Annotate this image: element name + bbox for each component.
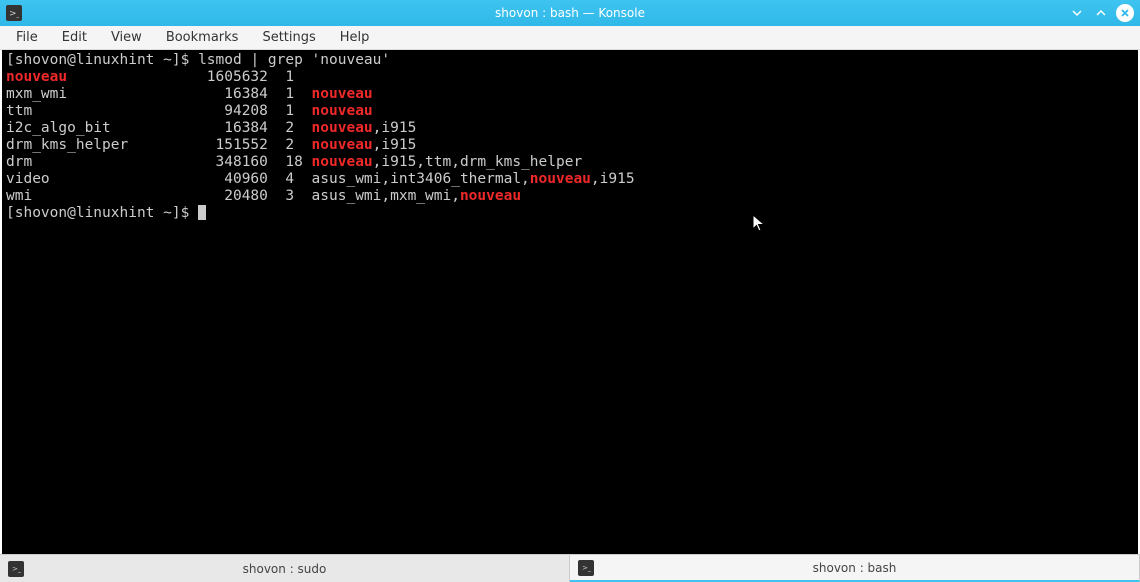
window-title: shovon : bash — Konsole	[495, 6, 645, 20]
lsmod-row: wmi 20480 3 asus_wmi,mxm_wmi,nouveau	[6, 188, 521, 204]
prompt: [shovon@linuxhint ~]$	[6, 52, 198, 68]
terminal-icon: >_	[578, 560, 594, 576]
lsmod-row: drm 348160 18 nouveau,i915,ttm,drm_kms_h…	[6, 154, 582, 170]
menu-help[interactable]: Help	[328, 27, 382, 48]
svg-text:>_: >_	[9, 9, 19, 18]
tab-sudo[interactable]: >_ shovon : sudo	[0, 555, 570, 582]
close-button[interactable]	[1116, 4, 1134, 22]
svg-text:>_: >_	[582, 563, 591, 572]
menu-edit[interactable]: Edit	[50, 27, 99, 48]
window-controls	[1068, 4, 1134, 22]
konsole-window: >_ shovon : bash — Konsole File Edit Vie…	[0, 0, 1140, 582]
menubar: File Edit View Bookmarks Settings Help	[0, 26, 1140, 50]
terminal-area[interactable]: [shovon@linuxhint ~]$ lsmod | grep 'nouv…	[2, 50, 1138, 554]
tab-label: shovon : sudo	[243, 562, 327, 576]
command-text: lsmod | grep 'nouveau'	[198, 52, 390, 68]
prompt: [shovon@linuxhint ~]$	[6, 205, 198, 221]
lsmod-row: nouveau 1605632 1	[6, 69, 312, 85]
lsmod-row: i2c_algo_bit 16384 2 nouveau,i915	[6, 120, 416, 136]
menu-file[interactable]: File	[4, 27, 50, 48]
menu-settings[interactable]: Settings	[250, 27, 327, 48]
svg-text:>_: >_	[12, 564, 21, 573]
menu-bookmarks[interactable]: Bookmarks	[154, 27, 251, 48]
app-icon: >_	[6, 5, 22, 21]
lsmod-row: video 40960 4 asus_wmi,int3406_thermal,n…	[6, 171, 635, 187]
maximize-button[interactable]	[1092, 4, 1110, 22]
lsmod-row: ttm 94208 1 nouveau	[6, 103, 373, 119]
minimize-button[interactable]	[1068, 4, 1086, 22]
tabbar: >_ shovon : sudo >_ shovon : bash	[0, 554, 1140, 582]
terminal-icon: >_	[8, 561, 24, 577]
lsmod-row: mxm_wmi 16384 1 nouveau	[6, 86, 373, 102]
menu-view[interactable]: View	[99, 27, 154, 48]
tab-label: shovon : bash	[813, 561, 897, 575]
terminal-cursor	[198, 205, 206, 220]
lsmod-row: drm_kms_helper 151552 2 nouveau,i915	[6, 137, 416, 153]
titlebar[interactable]: >_ shovon : bash — Konsole	[0, 0, 1140, 26]
tab-bash[interactable]: >_ shovon : bash	[570, 555, 1140, 582]
